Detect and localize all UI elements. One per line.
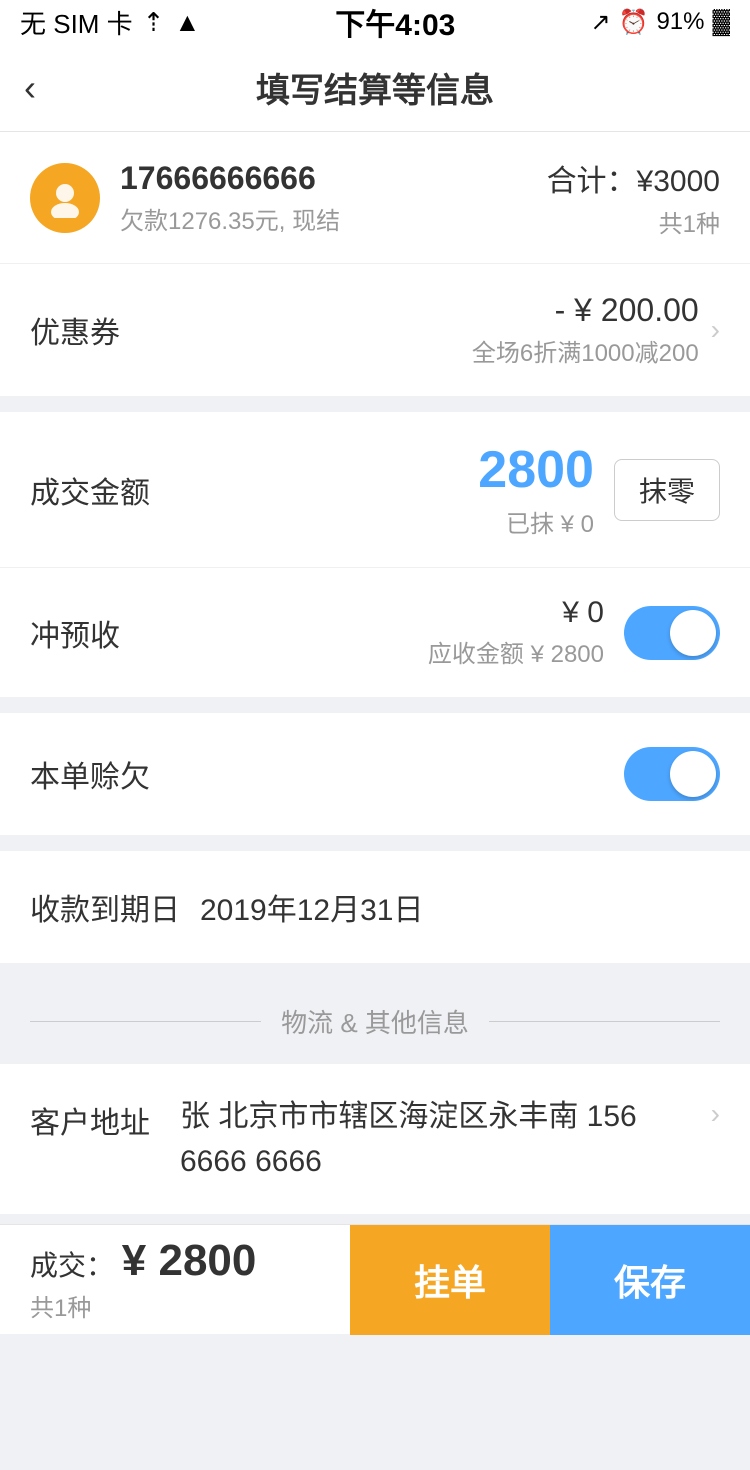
precollect-row: 冲预收 ¥ 0 应收金额 ¥ 2800 (0, 567, 750, 697)
customer-card: 17666666666 欠款1276.35元, 现结 合计：¥3000 共1种 … (0, 132, 750, 396)
bottom-deal-row: 成交： ¥ 2800 (30, 1236, 320, 1286)
bottom-count: 共1种 (30, 1288, 320, 1323)
debt-section: 本单赊欠 (0, 713, 750, 835)
bottom-deal-amount: ¥ 2800 (122, 1236, 257, 1285)
coupon-amount: - ¥ 200.00 (472, 292, 699, 329)
precollect-sub: 应收金额 ¥ 2800 (428, 634, 604, 669)
page-title: 填写结算等信息 (256, 63, 494, 112)
precollect-toggle[interactable] (624, 606, 720, 660)
amount-value: 2800 (478, 441, 594, 499)
amount-sub: 已抹 ¥ 0 (478, 504, 594, 539)
customer-right: 合计：¥3000 共1种 (547, 156, 720, 239)
wifi-icon: ⇡ (143, 7, 165, 38)
coupon-label: 优惠券 (30, 308, 120, 352)
amount-values: 2800 已抹 ¥ 0 (478, 440, 594, 539)
avatar (30, 163, 100, 233)
status-bar: 无 SIM 卡 ⇡ ▲ 下午4:03 ↗ ⏰ 91% ▓ (0, 0, 750, 44)
customer-info: 17666666666 欠款1276.35元, 现结 (120, 160, 340, 236)
sim-label: 无 SIM 卡 (20, 4, 133, 41)
status-left: 无 SIM 卡 ⇡ ▲ (20, 4, 200, 41)
logistics-line-right (489, 1021, 720, 1022)
coupon-chevron-icon: › (711, 314, 720, 346)
save-button[interactable]: 保存 (550, 1225, 750, 1335)
hang-order-button[interactable]: 挂单 (350, 1225, 550, 1335)
precollect-label: 冲预收 (30, 611, 120, 655)
coupon-values: - ¥ 200.00 全场6折满1000减200 (472, 292, 699, 368)
bottom-info: 成交： ¥ 2800 共1种 (0, 1236, 350, 1323)
customer-left: 17666666666 欠款1276.35元, 现结 (30, 160, 340, 236)
toggle-knob (670, 610, 716, 656)
coupon-desc: 全场6折满1000减200 (472, 333, 699, 368)
customer-phone: 17666666666 (120, 160, 340, 197)
location-icon: ↗ (590, 8, 610, 37)
amount-section: 成交金额 2800 已抹 ¥ 0 抹零 冲预收 ¥ 0 应收金额 ¥ 2800 (0, 412, 750, 697)
address-section: 客户地址 张 北京市市辖区海淀区永丰南 156 6666 6666 › (0, 1064, 750, 1214)
round-zero-button[interactable]: 抹零 (614, 459, 720, 521)
debt-row: 本单赊欠 (0, 713, 750, 835)
duedate-section: 收款到期日 2019年12月31日 (0, 851, 750, 963)
duedate-value: 2019年12月31日 (200, 885, 423, 929)
amount-row: 成交金额 2800 已抹 ¥ 0 抹零 (0, 412, 750, 567)
customer-row: 17666666666 欠款1276.35元, 现结 合计：¥3000 共1种 (0, 132, 750, 263)
debt-toggle[interactable] (624, 747, 720, 801)
amount-label: 成交金额 (30, 468, 150, 512)
customer-total: 合计：¥3000 (547, 156, 720, 200)
address-label: 客户地址 (30, 1094, 150, 1142)
bottom-bar: 成交： ¥ 2800 共1种 挂单 保存 (0, 1224, 750, 1334)
address-value: 张 北京市市辖区海淀区永丰南 156 6666 6666 (180, 1094, 711, 1184)
precollect-amount: ¥ 0 (428, 596, 604, 630)
logistics-title: 物流 & 其他信息 (261, 1003, 489, 1040)
debt-toggle-knob (670, 751, 716, 797)
nav-bar: ‹ 填写结算等信息 (0, 44, 750, 132)
customer-count: 共1种 (547, 204, 720, 239)
debt-label: 本单赊欠 (30, 752, 150, 796)
address-row[interactable]: 客户地址 张 北京市市辖区海淀区永丰南 156 6666 6666 › (0, 1064, 750, 1214)
precollect-right: ¥ 0 应收金额 ¥ 2800 (428, 596, 720, 669)
battery-level: 91% (656, 8, 704, 36)
logistics-header: 物流 & 其他信息 (0, 979, 750, 1064)
logistics-line-left (30, 1021, 261, 1022)
precollect-values: ¥ 0 应收金额 ¥ 2800 (428, 596, 604, 669)
status-right: ↗ ⏰ 91% ▓ (590, 8, 730, 37)
coupon-row[interactable]: 优惠券 - ¥ 200.00 全场6折满1000减200 › (0, 263, 750, 396)
wifi-signal: ▲ (174, 7, 200, 38)
bottom-deal-label: 成交： (30, 1250, 114, 1281)
battery-icon: ▓ (712, 8, 730, 36)
duedate-label: 收款到期日 (30, 885, 180, 929)
customer-sub: 欠款1276.35元, 现结 (120, 201, 340, 236)
duedate-row: 收款到期日 2019年12月31日 (0, 851, 750, 963)
back-button[interactable]: ‹ (24, 67, 36, 109)
clock-icon: ⏰ (619, 8, 649, 37)
amount-right: 2800 已抹 ¥ 0 抹零 (478, 440, 720, 539)
status-time: 下午4:03 (335, 0, 455, 44)
address-chevron-icon: › (711, 1094, 720, 1130)
coupon-right: - ¥ 200.00 全场6折满1000减200 › (472, 292, 720, 368)
